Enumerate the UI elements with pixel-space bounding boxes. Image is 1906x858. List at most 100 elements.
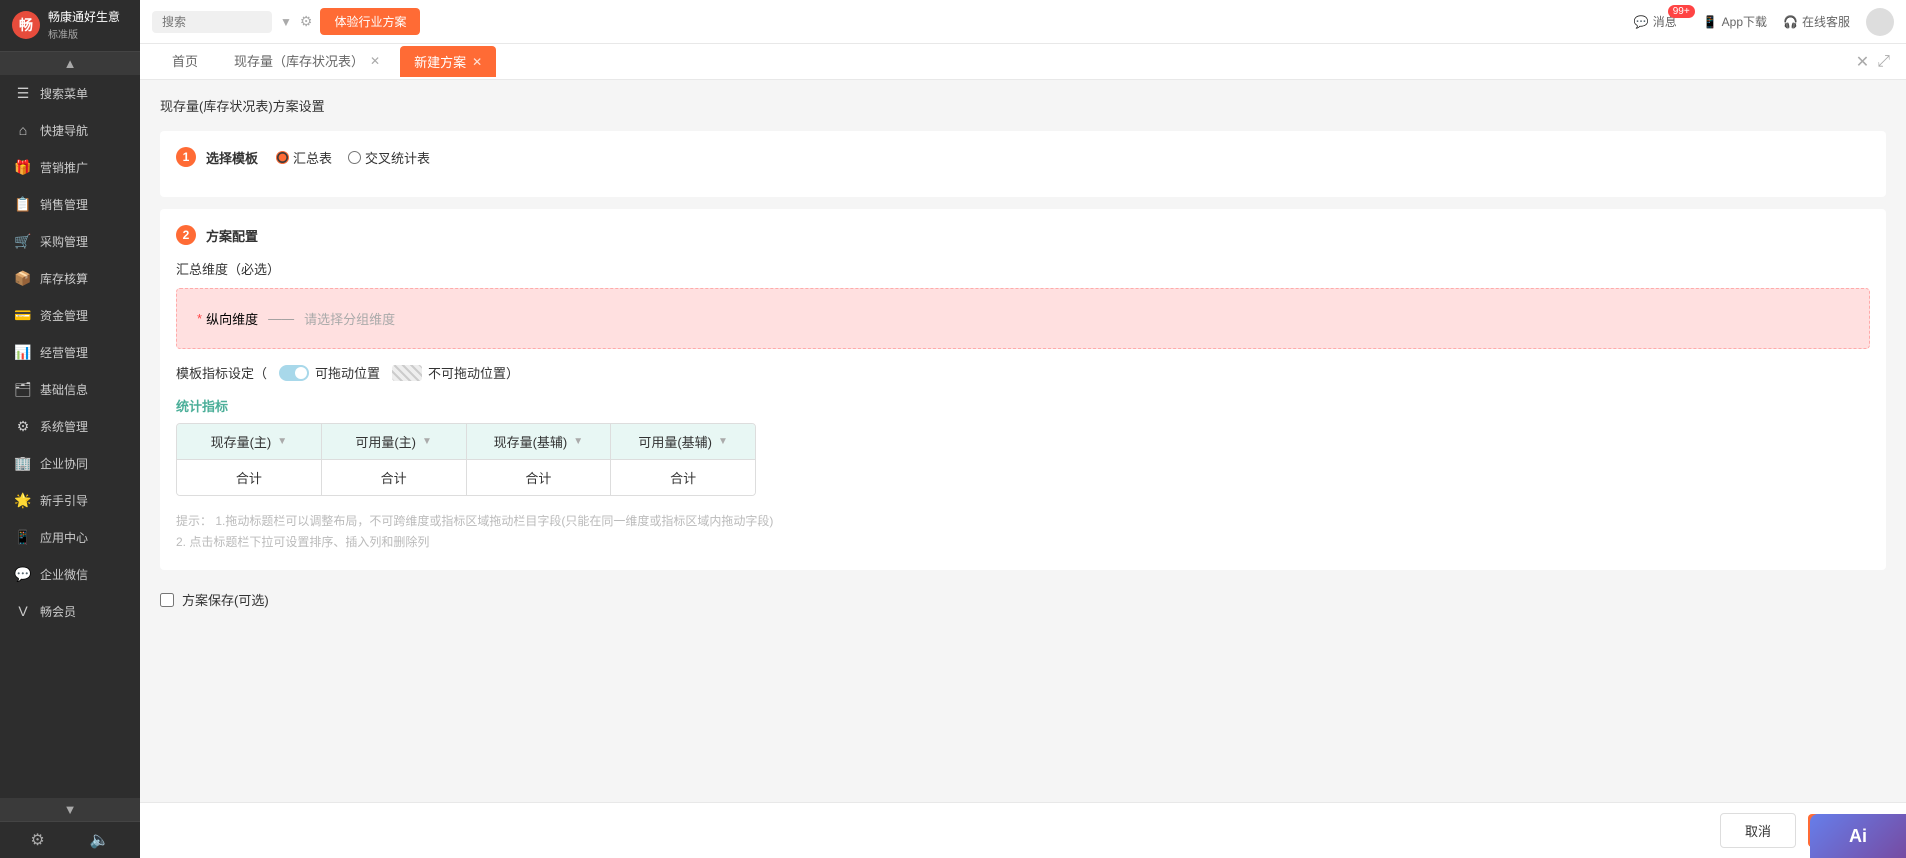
dimension-label: 纵向维度 <box>206 309 258 328</box>
sidebar-item-label: 销售管理 <box>40 196 88 213</box>
industry-btn[interactable]: 体验行业方案 <box>320 8 420 35</box>
operations-icon: 📊 <box>14 344 32 361</box>
ai-badge[interactable]: Ai <box>1810 814 1906 858</box>
sidebar-item-label: 企业协同 <box>40 455 88 472</box>
tab-home-label: 首页 <box>172 51 198 70</box>
tab-inventory-close[interactable]: ✕ <box>370 54 380 68</box>
sidebar-item-finance[interactable]: 💳 资金管理 <box>0 297 140 334</box>
sidebar-item-enterprise[interactable]: 🏢 企业协同 <box>0 445 140 482</box>
service-icon: 🎧 <box>1783 15 1798 29</box>
sidebar-item-search-menu[interactable]: ☰ 搜索菜单 <box>0 75 140 112</box>
sidebar-item-basic-info[interactable]: 🗂 基础信息 <box>0 371 140 408</box>
not-draggable-label: 不可拖动位置） <box>428 363 519 382</box>
tab-new-scheme-label: 新建方案 <box>414 52 466 71</box>
tab-new-scheme-close[interactable]: ✕ <box>472 55 482 69</box>
sidebar-menu: ☰ 搜索菜单 ⌂ 快捷导航 🎁 营销推广 📋 销售管理 🛒 采购管理 📦 库存核… <box>0 75 140 798</box>
sidebar-item-operations[interactable]: 📊 经营管理 <box>0 334 140 371</box>
tab-inventory-label: 现存量（库存状况表） <box>234 51 364 70</box>
stats-th-3[interactable]: 可用量(基辅) ▼ <box>611 424 755 459</box>
main-area: ▼ ⚙ 体验行业方案 💬 消息 99+ 📱 App下载 🎧 在线客服 首页 <box>140 0 1906 858</box>
sidebar-item-sales[interactable]: 📋 销售管理 <box>0 186 140 223</box>
step2-section: 2 方案配置 汇总维度（必选） * 纵向维度 —— 请选择分组维度 模板指标设定… <box>160 209 1886 570</box>
content-area: 现存量(库存状况表)方案设置 1 选择模板 汇总表 交叉统计表 <box>140 80 1906 802</box>
purchase-icon: 🛒 <box>14 233 32 250</box>
sidebar: 畅 畅康通好生意 标准版 ▲ ☰ 搜索菜单 ⌂ 快捷导航 🎁 营销推广 📋 销售… <box>0 0 140 858</box>
not-draggable-toggle-btn[interactable] <box>392 365 422 381</box>
sidebar-item-label: 基础信息 <box>40 381 88 398</box>
stats-th-1[interactable]: 可用量(主) ▼ <box>322 424 467 459</box>
tab-corner: ✕ ⤢ <box>1856 52 1890 72</box>
topbar-right: 💬 消息 99+ 📱 App下载 🎧 在线客服 <box>1634 8 1894 36</box>
tab-inventory-status[interactable]: 现存量（库存状况表） ✕ <box>218 45 396 78</box>
tab-home[interactable]: 首页 <box>156 45 214 78</box>
sidebar-item-label: 搜索菜单 <box>40 85 88 102</box>
dimension-box[interactable]: * 纵向维度 —— 请选择分组维度 <box>176 288 1870 349</box>
stats-th-1-label: 可用量(主) <box>355 432 416 451</box>
chevron-3-icon: ▼ <box>718 436 728 447</box>
stats-td-3: 合计 <box>611 460 755 495</box>
indicator-label: 模板指标设定（ <box>176 363 267 382</box>
expand-panel-btn[interactable]: ⤢ <box>1877 53 1890 71</box>
service-label: 在线客服 <box>1802 13 1850 30</box>
gear-icon[interactable]: ⚙ <box>300 13 313 30</box>
messages-btn[interactable]: 💬 消息 99+ <box>1634 13 1687 30</box>
sidebar-item-new-guide[interactable]: 🌟 新手引导 <box>0 482 140 519</box>
app-label: App下载 <box>1722 13 1767 30</box>
sidebar-item-label: 系统管理 <box>40 418 88 435</box>
stats-th-0-label: 现存量(主) <box>211 432 272 451</box>
sound-icon[interactable]: 🔈 <box>90 830 110 850</box>
sidebar-item-label: 营销推广 <box>40 159 88 176</box>
tab-new-scheme[interactable]: 新建方案 ✕ <box>400 46 496 77</box>
sidebar-item-marketing[interactable]: 🎁 营销推广 <box>0 149 140 186</box>
stats-td-1: 合计 <box>322 460 467 495</box>
wechat-icon: 💬 <box>14 566 32 583</box>
sidebar-scroll-up[interactable]: ▲ <box>0 52 140 75</box>
system-icon: ⚙ <box>14 418 32 435</box>
sidebar-logo: 畅 畅康通好生意 标准版 <box>0 0 140 52</box>
scheme-save-checkbox[interactable] <box>160 593 174 607</box>
chevron-1-icon: ▼ <box>422 436 432 447</box>
draggable-label: 可拖动位置 <box>315 363 380 382</box>
search-input[interactable] <box>152 11 272 33</box>
sidebar-item-membership[interactable]: V 畅会员 <box>0 593 140 630</box>
radio-summary[interactable]: 汇总表 <box>276 148 332 167</box>
template-radio-group: 汇总表 交叉统计表 <box>276 148 430 167</box>
sidebar-item-app-center[interactable]: 📱 应用中心 <box>0 519 140 556</box>
scheme-save-label: 方案保存(可选) <box>182 590 269 609</box>
quick-nav-icon: ⌂ <box>14 122 32 138</box>
radio-cross[interactable]: 交叉统计表 <box>348 148 430 167</box>
sidebar-scroll-down[interactable]: ▼ <box>0 798 140 821</box>
avatar[interactable] <box>1866 8 1894 36</box>
radio-summary-input[interactable] <box>276 151 289 164</box>
chevron-down-icon[interactable]: ▼ <box>280 15 292 29</box>
ai-label: Ai <box>1849 826 1867 847</box>
draggable-toggle-btn[interactable] <box>279 365 309 381</box>
sidebar-item-label: 资金管理 <box>40 307 88 324</box>
app-download-btn[interactable]: 📱 App下载 <box>1703 13 1767 30</box>
online-service-btn[interactable]: 🎧 在线客服 <box>1783 13 1850 30</box>
enterprise-icon: 🏢 <box>14 455 32 472</box>
finance-icon: 💳 <box>14 307 32 324</box>
sidebar-item-system[interactable]: ⚙ 系统管理 <box>0 408 140 445</box>
sidebar-item-wechat[interactable]: 💬 企业微信 <box>0 556 140 593</box>
scheme-save-row: 方案保存(可选) <box>160 590 1886 609</box>
close-panel-btn[interactable]: ✕ <box>1856 52 1869 72</box>
radio-cross-input[interactable] <box>348 151 361 164</box>
stats-td-0: 合计 <box>177 460 322 495</box>
app-icon: 📱 <box>1703 15 1718 29</box>
search-menu-icon: ☰ <box>14 85 32 102</box>
sidebar-item-inventory[interactable]: 📦 库存核算 <box>0 260 140 297</box>
stats-table-header: 现存量(主) ▼ 可用量(主) ▼ 现存量(基辅) ▼ 可用量(基辅) ▼ <box>177 424 755 460</box>
stats-th-2[interactable]: 现存量(基辅) ▼ <box>467 424 612 459</box>
bottom-bar: 取消 查询 <box>140 802 1906 858</box>
stats-table-row: 合计 合计 合计 合计 <box>177 460 755 495</box>
sidebar-item-label: 经营管理 <box>40 344 88 361</box>
sidebar-item-label: 畅会员 <box>40 603 76 620</box>
sidebar-item-purchase[interactable]: 🛒 采购管理 <box>0 223 140 260</box>
settings-icon[interactable]: ⚙ <box>30 830 44 850</box>
sidebar-item-quick-nav[interactable]: ⌂ 快捷导航 <box>0 112 140 149</box>
stats-th-0[interactable]: 现存量(主) ▼ <box>177 424 322 459</box>
cancel-button[interactable]: 取消 <box>1720 813 1796 848</box>
radio-cross-label: 交叉统计表 <box>365 148 430 167</box>
logo-icon: 畅 <box>12 11 40 39</box>
